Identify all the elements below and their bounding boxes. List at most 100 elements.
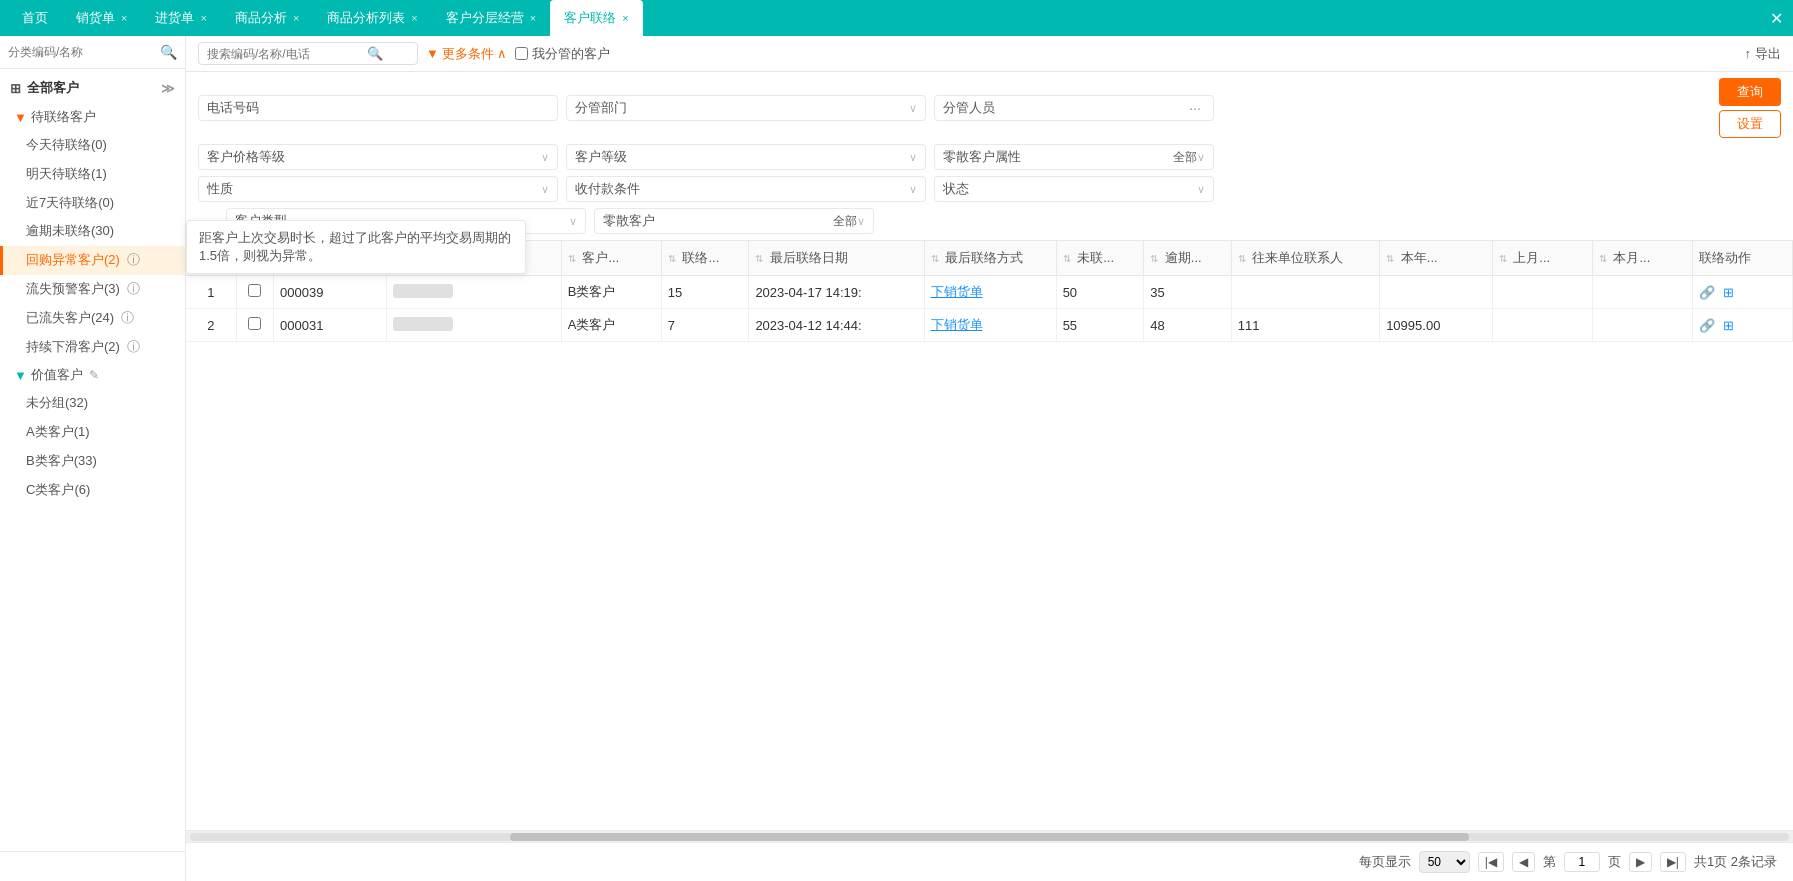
sidebar-item-repurchase-abnormal[interactable]: 回购异常客户(2) ⓘ <box>0 246 185 275</box>
qr-icon-2[interactable]: ⊞ <box>1723 318 1734 333</box>
page-next-btn[interactable]: ▶ <box>1629 852 1652 872</box>
last-way-link-2[interactable]: 下销货单 <box>931 317 983 332</box>
sidebar-item-ungroup[interactable]: 未分组(32) <box>0 389 185 418</box>
export-icon: ↑ <box>1745 46 1752 61</box>
col-header-lastdate[interactable]: ⇅ 最后联络日期 <box>749 241 924 276</box>
nav-sales[interactable]: 销货单 × <box>62 0 141 36</box>
sidebar-search-input[interactable] <box>8 45 160 59</box>
close-purchase-icon[interactable]: × <box>200 12 206 24</box>
query-button[interactable]: 查询 <box>1719 78 1781 106</box>
nav-home[interactable]: 首页 <box>8 0 62 36</box>
sidebar-section-value[interactable]: ▼ 价值客户 ✎ <box>0 361 185 389</box>
col-header-contact[interactable]: ⇅ 联络... <box>661 241 749 276</box>
nav-customer-segment[interactable]: 客户分层经营 × <box>432 0 550 36</box>
scrollbar-thumb[interactable] <box>510 833 1469 841</box>
col-header-lastmonth[interactable]: ⇅ 上月... <box>1492 241 1592 276</box>
col-header-overdue[interactable]: ⇅ 逾期... <box>1144 241 1232 276</box>
cell-action-2: 🔗 ⊞ <box>1692 309 1792 342</box>
sidebar-all-customers[interactable]: ⊞ 全部客户 ≫ <box>0 73 185 103</box>
sidebar-item-a-class[interactable]: A类客户(1) <box>0 418 185 447</box>
link-icon-2[interactable]: 🔗 <box>1699 318 1715 333</box>
cell-overdue-1: 35 <box>1144 276 1232 309</box>
search-input[interactable] <box>207 47 367 61</box>
page-last-btn[interactable]: ▶| <box>1660 852 1686 872</box>
cell-contact-2: 7 <box>661 309 749 342</box>
more-conditions-btn[interactable]: ▼ 更多条件 ∧ <box>426 45 507 63</box>
cell-lastdate-2: 2023-04-12 14:44: <box>749 309 924 342</box>
cell-code-1: 000039 <box>274 276 387 309</box>
payment-filter[interactable]: 收付款条件 ∨ <box>566 176 926 202</box>
person-ellipsis[interactable]: ··· <box>1185 100 1205 116</box>
sort-icon-overdue: ⇅ <box>1150 253 1158 264</box>
close-segment-icon[interactable]: × <box>530 12 536 24</box>
edit-icon[interactable]: ✎ <box>89 368 99 382</box>
status-filter[interactable]: 状态 ∨ <box>934 176 1214 202</box>
sort-icon-unread: ⇅ <box>1063 253 1071 264</box>
sidebar-item-7days[interactable]: 近7天待联络(0) <box>0 189 185 218</box>
phone-filter[interactable]: 电话号码 <box>198 95 558 121</box>
table-scroll[interactable]: ⚙ ⇅ 客户编码 ⇅ 客户名称 <box>186 241 1793 830</box>
gender-filter[interactable]: 性质 ∨ <box>198 176 558 202</box>
sidebar-item-lost[interactable]: 已流失客户(24) ⓘ <box>0 304 185 333</box>
col-header-thismonth[interactable]: ⇅ 本月... <box>1592 241 1692 276</box>
cell-contact-person-2: 111 <box>1231 309 1379 342</box>
link-icon-1[interactable]: 🔗 <box>1699 285 1715 300</box>
nav-product-list[interactable]: 商品分析列表 × <box>313 0 431 36</box>
filter-bar: 🔍 ▼ 更多条件 ∧ 我分管的客户 ↑ 导出 <box>186 36 1793 72</box>
col-header-lastway[interactable]: ⇅ 最后联络方式 <box>924 241 1056 276</box>
sidebar-item-overdue[interactable]: 逾期未联络(30) <box>0 217 185 246</box>
page-input[interactable] <box>1564 852 1600 872</box>
my-customer-checkbox[interactable] <box>515 47 528 60</box>
cell-lastway-2: 下销货单 <box>924 309 1056 342</box>
nav-customer-contact[interactable]: 客户联络 × <box>550 0 642 36</box>
col-header-contact-person[interactable]: ⇅ 往来单位联系人 <box>1231 241 1379 276</box>
cell-code-2: 000031 <box>274 309 387 342</box>
per-page-select[interactable]: 50 100 200 <box>1419 851 1470 873</box>
customer-name-blur-1 <box>393 284 453 298</box>
nav-product-analysis[interactable]: 商品分析 × <box>221 0 313 36</box>
sidebar-collapse-btn[interactable]: ≫ <box>161 81 175 96</box>
retail-customer-label: 零散客户 <box>603 212 829 230</box>
col-header-grade[interactable]: ⇅ 客户... <box>561 241 661 276</box>
cell-thismonth-1 <box>1592 276 1692 309</box>
last-way-link-1[interactable]: 下销货单 <box>931 284 983 299</box>
sidebar-item-today[interactable]: 今天待联络(0) <box>0 131 185 160</box>
close-sales-icon[interactable]: × <box>121 12 127 24</box>
window-close-button[interactable]: ✕ <box>1770 9 1783 28</box>
sidebar-section-pending[interactable]: ▼ 待联络客户 <box>0 103 185 131</box>
price-grade-filter[interactable]: 客户价格等级 ∨ <box>198 144 558 170</box>
settings-button[interactable]: 设置 <box>1719 110 1781 138</box>
horizontal-scrollbar[interactable] <box>186 830 1793 842</box>
row2-checkbox[interactable] <box>248 317 261 330</box>
close-product-list-icon[interactable]: × <box>411 12 417 24</box>
row1-checkbox[interactable] <box>248 284 261 297</box>
sort-icon-lastdate: ⇅ <box>755 253 763 264</box>
filter-icon: ▼ <box>426 46 439 61</box>
col-header-thisyear[interactable]: ⇅ 本年... <box>1380 241 1493 276</box>
grade-dropdown-icon: ∨ <box>909 151 917 164</box>
sidebar-item-declining[interactable]: 持续下滑客户(2) ⓘ <box>0 333 185 362</box>
info-icon2: ⓘ <box>127 281 140 296</box>
sidebar-item-c-class[interactable]: C类客户(6) <box>0 476 185 505</box>
person-label: 分管人员 <box>943 99 1185 117</box>
sidebar-item-tomorrow[interactable]: 明天待联络(1) <box>0 160 185 189</box>
sidebar-item-b-class[interactable]: B类客户(33) <box>0 447 185 476</box>
nav-purchase[interactable]: 进货单 × <box>141 0 220 36</box>
qr-icon-1[interactable]: ⊞ <box>1723 285 1734 300</box>
retail-customer-filter[interactable]: 零散客户 全部 ∨ <box>594 208 874 234</box>
sidebar-item-lost-warning[interactable]: 流失预警客户(3) ⓘ <box>0 275 185 304</box>
person-filter[interactable]: 分管人员 ··· <box>934 95 1214 121</box>
cell-name-1 <box>386 276 561 309</box>
page-prev-btn[interactable]: ◀ <box>1512 852 1535 872</box>
grid-icon: ⊞ <box>10 81 21 96</box>
page-first-btn[interactable]: |◀ <box>1478 852 1504 872</box>
close-contact-icon[interactable]: × <box>622 12 628 24</box>
grade-filter[interactable]: 客户等级 ∨ <box>566 144 926 170</box>
export-button[interactable]: ↑ 导出 <box>1745 45 1782 63</box>
retail-attr-filter[interactable]: 零散客户属性 全部 ∨ <box>934 144 1214 170</box>
cell-grade-2: A类客户 <box>561 309 661 342</box>
dept-filter[interactable]: 分管部门 ∨ <box>566 95 926 121</box>
close-product-analysis-icon[interactable]: × <box>293 12 299 24</box>
col-header-unread[interactable]: ⇅ 未联... <box>1056 241 1144 276</box>
cell-contact-person-1 <box>1231 276 1379 309</box>
